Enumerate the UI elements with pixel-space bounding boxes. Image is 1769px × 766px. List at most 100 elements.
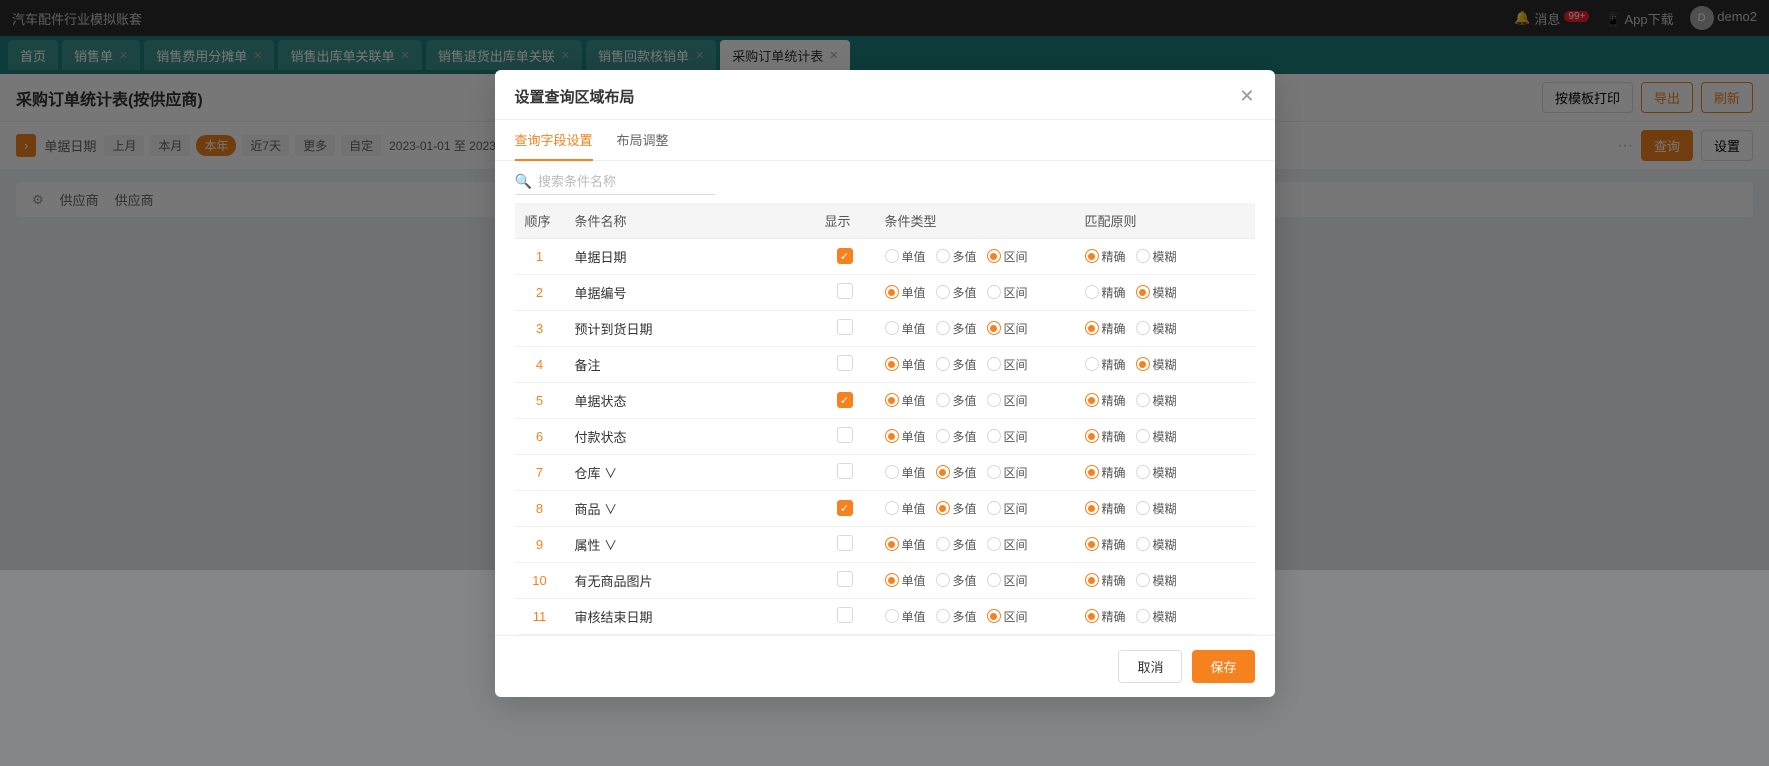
th-display: 显示 — [815, 203, 875, 239]
radio-label: 多值 — [953, 392, 977, 409]
match-option[interactable]: 精确 — [1085, 572, 1126, 589]
type-option[interactable]: 多值 — [936, 428, 977, 445]
type-option[interactable]: 单值 — [885, 248, 926, 265]
display-checkbox[interactable] — [837, 571, 853, 587]
radio-circle-icon — [1136, 429, 1150, 443]
row-display[interactable] — [815, 454, 875, 490]
type-option[interactable]: 单值 — [885, 356, 926, 373]
modal-tab-layout[interactable]: 布局调整 — [617, 120, 669, 161]
display-checkbox[interactable] — [837, 500, 853, 516]
radio-circle-icon — [885, 393, 899, 407]
type-option[interactable]: 单值 — [885, 572, 926, 589]
match-option[interactable]: 模糊 — [1136, 428, 1177, 445]
modal-table-wrapper: 顺序 条件名称 显示 条件类型 匹配原则 1单据日期单值多值区间精确模糊2单据编… — [495, 203, 1275, 635]
type-option[interactable]: 区间 — [987, 428, 1028, 445]
display-checkbox[interactable] — [837, 319, 853, 335]
type-option[interactable]: 单值 — [885, 320, 926, 337]
type-option[interactable]: 多值 — [936, 572, 977, 589]
display-checkbox[interactable] — [837, 392, 853, 408]
radio-label: 精确 — [1102, 500, 1126, 517]
match-option[interactable]: 精确 — [1085, 464, 1126, 481]
row-display[interactable] — [815, 274, 875, 310]
radio-circle-icon — [1136, 357, 1150, 371]
row-type: 单值多值区间 — [875, 274, 1075, 310]
match-option[interactable]: 精确 — [1085, 356, 1126, 373]
type-option[interactable]: 区间 — [987, 608, 1028, 625]
row-display[interactable] — [815, 382, 875, 418]
display-checkbox[interactable] — [837, 427, 853, 443]
display-checkbox[interactable] — [837, 283, 853, 299]
match-option[interactable]: 精确 — [1085, 608, 1126, 625]
radio-label: 多值 — [953, 608, 977, 625]
row-name: 付款状态 — [565, 418, 815, 454]
type-option[interactable]: 多值 — [936, 284, 977, 301]
match-option[interactable]: 精确 — [1085, 248, 1126, 265]
type-option[interactable]: 单值 — [885, 536, 926, 553]
type-option[interactable]: 单值 — [885, 392, 926, 409]
type-option[interactable]: 多值 — [936, 356, 977, 373]
row-display[interactable] — [815, 418, 875, 454]
match-option[interactable]: 精确 — [1085, 536, 1126, 553]
type-option[interactable]: 区间 — [987, 392, 1028, 409]
type-option[interactable]: 区间 — [987, 284, 1028, 301]
radio-label: 多值 — [953, 356, 977, 373]
type-option[interactable]: 单值 — [885, 608, 926, 625]
display-checkbox[interactable] — [837, 355, 853, 371]
type-option[interactable]: 单值 — [885, 500, 926, 517]
modal-close-button[interactable]: ✕ — [1239, 87, 1254, 105]
match-option[interactable]: 模糊 — [1136, 320, 1177, 337]
type-option[interactable]: 区间 — [987, 320, 1028, 337]
row-display[interactable] — [815, 310, 875, 346]
display-checkbox[interactable] — [837, 248, 853, 264]
row-display[interactable] — [815, 562, 875, 598]
match-option[interactable]: 模糊 — [1136, 464, 1177, 481]
type-option[interactable]: 区间 — [987, 536, 1028, 553]
match-option[interactable]: 模糊 — [1136, 608, 1177, 625]
radio-circle-icon — [1085, 465, 1099, 479]
match-option[interactable]: 模糊 — [1136, 248, 1177, 265]
type-option[interactable]: 多值 — [936, 536, 977, 553]
type-option[interactable]: 区间 — [987, 248, 1028, 265]
modal-tab-fields[interactable]: 查询字段设置 — [515, 120, 593, 161]
match-option[interactable]: 模糊 — [1136, 284, 1177, 301]
radio-label: 区间 — [1004, 320, 1028, 337]
row-display[interactable] — [815, 598, 875, 634]
match-option[interactable]: 精确 — [1085, 284, 1126, 301]
type-option[interactable]: 多值 — [936, 500, 977, 517]
radio-circle-icon — [1136, 573, 1150, 587]
radio-label: 单值 — [902, 536, 926, 553]
type-option[interactable]: 区间 — [987, 572, 1028, 589]
search-input[interactable] — [538, 174, 715, 189]
match-option[interactable]: 精确 — [1085, 320, 1126, 337]
type-option[interactable]: 多值 — [936, 248, 977, 265]
type-option[interactable]: 多值 — [936, 392, 977, 409]
row-display[interactable] — [815, 238, 875, 274]
type-option[interactable]: 区间 — [987, 356, 1028, 373]
type-option[interactable]: 单值 — [885, 464, 926, 481]
cancel-button[interactable]: 取消 — [1118, 650, 1182, 683]
match-option[interactable]: 精确 — [1085, 392, 1126, 409]
row-display[interactable] — [815, 490, 875, 526]
match-option[interactable]: 精确 — [1085, 500, 1126, 517]
type-option[interactable]: 单值 — [885, 284, 926, 301]
row-display[interactable] — [815, 346, 875, 382]
display-checkbox[interactable] — [837, 607, 853, 623]
type-option[interactable]: 区间 — [987, 500, 1028, 517]
type-option[interactable]: 多值 — [936, 608, 977, 625]
type-option[interactable]: 多值 — [936, 320, 977, 337]
match-option[interactable]: 模糊 — [1136, 572, 1177, 589]
display-checkbox[interactable] — [837, 463, 853, 479]
type-option[interactable]: 单值 — [885, 428, 926, 445]
row-match: 精确模糊 — [1075, 454, 1255, 490]
save-button[interactable]: 保存 — [1192, 650, 1254, 683]
modal-tabs: 查询字段设置 布局调整 — [495, 120, 1275, 161]
display-checkbox[interactable] — [837, 535, 853, 551]
match-option[interactable]: 模糊 — [1136, 536, 1177, 553]
match-option[interactable]: 模糊 — [1136, 500, 1177, 517]
match-option[interactable]: 精确 — [1085, 428, 1126, 445]
row-display[interactable] — [815, 526, 875, 562]
match-option[interactable]: 模糊 — [1136, 392, 1177, 409]
type-option[interactable]: 多值 — [936, 464, 977, 481]
type-option[interactable]: 区间 — [987, 464, 1028, 481]
match-option[interactable]: 模糊 — [1136, 356, 1177, 373]
